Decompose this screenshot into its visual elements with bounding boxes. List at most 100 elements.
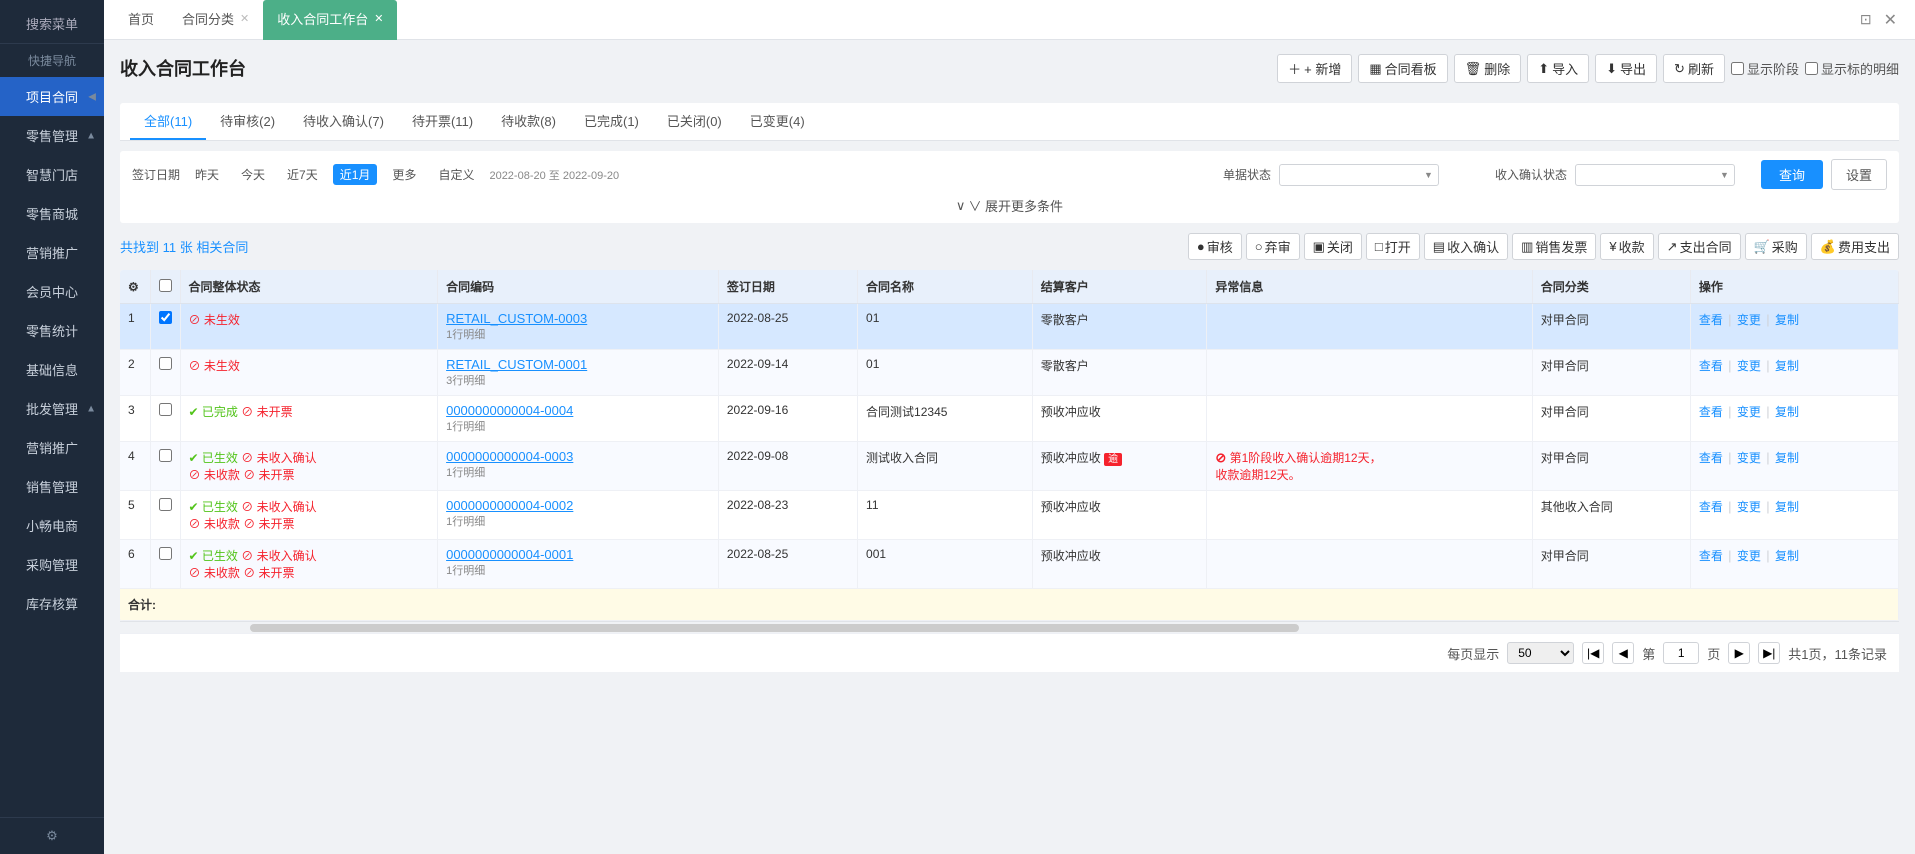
abandon-action-btn[interactable]: ○ 弃审 bbox=[1246, 233, 1300, 260]
sales-invoice-action-btn[interactable]: ▥ 销售发票 bbox=[1512, 233, 1596, 260]
custom-btn[interactable]: 自定义 bbox=[431, 164, 481, 185]
expense-action-btn[interactable]: 💰 费用支出 bbox=[1811, 233, 1899, 260]
view-op-btn[interactable]: 查看 bbox=[1699, 451, 1723, 465]
contract-link[interactable]: 0000000000004-0002 bbox=[446, 498, 573, 513]
filter-tab-changed[interactable]: 已变更(4) bbox=[736, 103, 819, 140]
last7-btn[interactable]: 近7天 bbox=[280, 164, 325, 185]
col-settings[interactable]: ⚙ bbox=[120, 270, 150, 304]
delete-button[interactable]: 🗑 删除 bbox=[1454, 54, 1522, 83]
today-btn[interactable]: 今天 bbox=[234, 164, 272, 185]
show-segment-checkbox[interactable]: 显示阶段 bbox=[1731, 59, 1799, 78]
tab-home[interactable]: 首页 bbox=[114, 0, 168, 40]
query-button[interactable]: 查询 bbox=[1761, 160, 1823, 189]
sidebar-item-marketing2[interactable]: 营销推广 bbox=[0, 428, 104, 467]
last1month-btn[interactable]: 近1月 bbox=[333, 164, 378, 185]
tab-contract-cat[interactable]: 合同分类 ✕ bbox=[168, 0, 263, 40]
change-op-btn[interactable]: 变更 bbox=[1737, 313, 1761, 327]
panel-button[interactable]: ▦ 合同看板 bbox=[1358, 54, 1447, 83]
filter-tab-pending-invoice[interactable]: 待开票(11) bbox=[398, 103, 487, 140]
view-op-btn[interactable]: 查看 bbox=[1699, 359, 1723, 373]
next-page-btn[interactable]: ▶ bbox=[1728, 642, 1750, 664]
new-button[interactable]: ＋ + 新增 bbox=[1277, 54, 1352, 83]
copy-op-btn[interactable]: 复制 bbox=[1775, 500, 1799, 514]
change-op-btn[interactable]: 变更 bbox=[1737, 405, 1761, 419]
close-tab-icon[interactable]: ✕ bbox=[374, 12, 383, 25]
row-checkbox[interactable] bbox=[150, 442, 180, 491]
sidebar-item-member[interactable]: 会员中心 bbox=[0, 272, 104, 311]
more-btn[interactable]: 更多 bbox=[385, 164, 423, 185]
prev-page-btn[interactable]: ◀ bbox=[1612, 642, 1634, 664]
sidebar-search[interactable]: 搜索菜单 bbox=[0, 0, 104, 44]
page-number-input[interactable] bbox=[1663, 642, 1699, 664]
resize-icon[interactable]: ⊡ bbox=[1856, 11, 1876, 28]
export-button[interactable]: ⬇ 导出 bbox=[1595, 54, 1657, 83]
sidebar-settings[interactable]: ⚙ bbox=[0, 817, 104, 854]
import-button[interactable]: ⬆ 导入 bbox=[1527, 54, 1589, 83]
row-checkbox[interactable] bbox=[150, 350, 180, 396]
filter-tab-pending-payment[interactable]: 待收款(8) bbox=[487, 103, 570, 140]
sidebar-item-sales-mgmt[interactable]: 销售管理 bbox=[0, 467, 104, 506]
expand-button[interactable]: ∨ ∨ 展开更多条件 bbox=[956, 196, 1063, 215]
tab-income-workbench[interactable]: 收入合同工作台 ✕ bbox=[263, 0, 397, 40]
income-confirm-select[interactable] bbox=[1575, 164, 1735, 186]
copy-op-btn[interactable]: 复制 bbox=[1775, 451, 1799, 465]
sidebar-item-project[interactable]: 项目合同 ◀ bbox=[0, 77, 104, 116]
close-action-btn[interactable]: ▣ 关闭 bbox=[1304, 233, 1362, 260]
doc-status-select[interactable] bbox=[1279, 164, 1439, 186]
show-segment-input[interactable] bbox=[1731, 62, 1744, 75]
review-action-btn[interactable]: ● 审核 bbox=[1188, 233, 1242, 260]
close-tab-icon[interactable]: ✕ bbox=[240, 12, 249, 25]
filter-tab-closed[interactable]: 已关闭(0) bbox=[653, 103, 736, 140]
change-op-btn[interactable]: 变更 bbox=[1737, 549, 1761, 563]
view-op-btn[interactable]: 查看 bbox=[1699, 313, 1723, 327]
filter-tab-all[interactable]: 全部(11) bbox=[130, 103, 206, 140]
sidebar-item-basic-info[interactable]: 基础信息 bbox=[0, 350, 104, 389]
filter-tab-completed[interactable]: 已完成(1) bbox=[570, 103, 653, 140]
view-op-btn[interactable]: 查看 bbox=[1699, 549, 1723, 563]
view-op-btn[interactable]: 查看 bbox=[1699, 405, 1723, 419]
close-window-icon[interactable]: ✕ bbox=[1876, 10, 1905, 30]
row-checkbox[interactable] bbox=[150, 304, 180, 350]
sidebar-item-retail-mgmt[interactable]: 零售管理 ▲ bbox=[0, 116, 104, 155]
income-confirm-action-btn[interactable]: ▤ 收入确认 bbox=[1424, 233, 1508, 260]
show-detail-input[interactable] bbox=[1805, 62, 1818, 75]
contract-link[interactable]: RETAIL_CUSTOM-0003 bbox=[446, 311, 587, 326]
copy-op-btn[interactable]: 复制 bbox=[1775, 313, 1799, 327]
filter-tab-pending-review[interactable]: 待审核(2) bbox=[206, 103, 289, 140]
per-page-select[interactable]: 50 100 bbox=[1507, 642, 1574, 664]
refresh-button[interactable]: ↻ 刷新 bbox=[1663, 54, 1725, 83]
show-detail-checkbox[interactable]: 显示标的明细 bbox=[1805, 59, 1899, 78]
sidebar-item-online-store[interactable]: 零售商城 bbox=[0, 194, 104, 233]
sidebar-item-inventory[interactable]: 库存核算 bbox=[0, 584, 104, 623]
filter-tab-pending-confirm[interactable]: 待收入确认(7) bbox=[289, 103, 398, 140]
copy-op-btn[interactable]: 复制 bbox=[1775, 359, 1799, 373]
select-all-checkbox[interactable] bbox=[159, 279, 172, 292]
payment-action-btn[interactable]: ¥ 收款 bbox=[1600, 233, 1653, 260]
row-checkbox[interactable] bbox=[150, 540, 180, 589]
outgoing-action-btn[interactable]: ↗ 支出合同 bbox=[1658, 233, 1741, 260]
purchase-action-btn[interactable]: 🛒 采购 bbox=[1745, 233, 1807, 260]
setting-button[interactable]: 设置 bbox=[1831, 159, 1887, 190]
sidebar-item-purchase[interactable]: 采购管理 bbox=[0, 545, 104, 584]
open-action-btn[interactable]: □ 打开 bbox=[1366, 233, 1420, 260]
copy-op-btn[interactable]: 复制 bbox=[1775, 549, 1799, 563]
contract-link[interactable]: 0000000000004-0001 bbox=[446, 547, 573, 562]
view-op-btn[interactable]: 查看 bbox=[1699, 500, 1723, 514]
contract-link[interactable]: 0000000000004-0004 bbox=[446, 403, 573, 418]
copy-op-btn[interactable]: 复制 bbox=[1775, 405, 1799, 419]
sidebar-item-marketing[interactable]: 营销推广 bbox=[0, 233, 104, 272]
sidebar-item-ecom[interactable]: 小畅电商 bbox=[0, 506, 104, 545]
contract-link[interactable]: 0000000000004-0003 bbox=[446, 449, 573, 464]
row-checkbox[interactable] bbox=[150, 396, 180, 442]
row-checkbox[interactable] bbox=[150, 491, 180, 540]
yesterday-btn[interactable]: 昨天 bbox=[188, 164, 226, 185]
col-checkbox[interactable] bbox=[150, 270, 180, 304]
sidebar-item-smart-store[interactable]: 智慧门店 bbox=[0, 155, 104, 194]
last-page-btn[interactable]: ▶| bbox=[1758, 642, 1780, 664]
change-op-btn[interactable]: 变更 bbox=[1737, 359, 1761, 373]
change-op-btn[interactable]: 变更 bbox=[1737, 500, 1761, 514]
sidebar-item-wholesale[interactable]: 批发管理 ▲ bbox=[0, 389, 104, 428]
sidebar-item-retail-stats[interactable]: 零售统计 bbox=[0, 311, 104, 350]
change-op-btn[interactable]: 变更 bbox=[1737, 451, 1761, 465]
first-page-btn[interactable]: |◀ bbox=[1582, 642, 1604, 664]
